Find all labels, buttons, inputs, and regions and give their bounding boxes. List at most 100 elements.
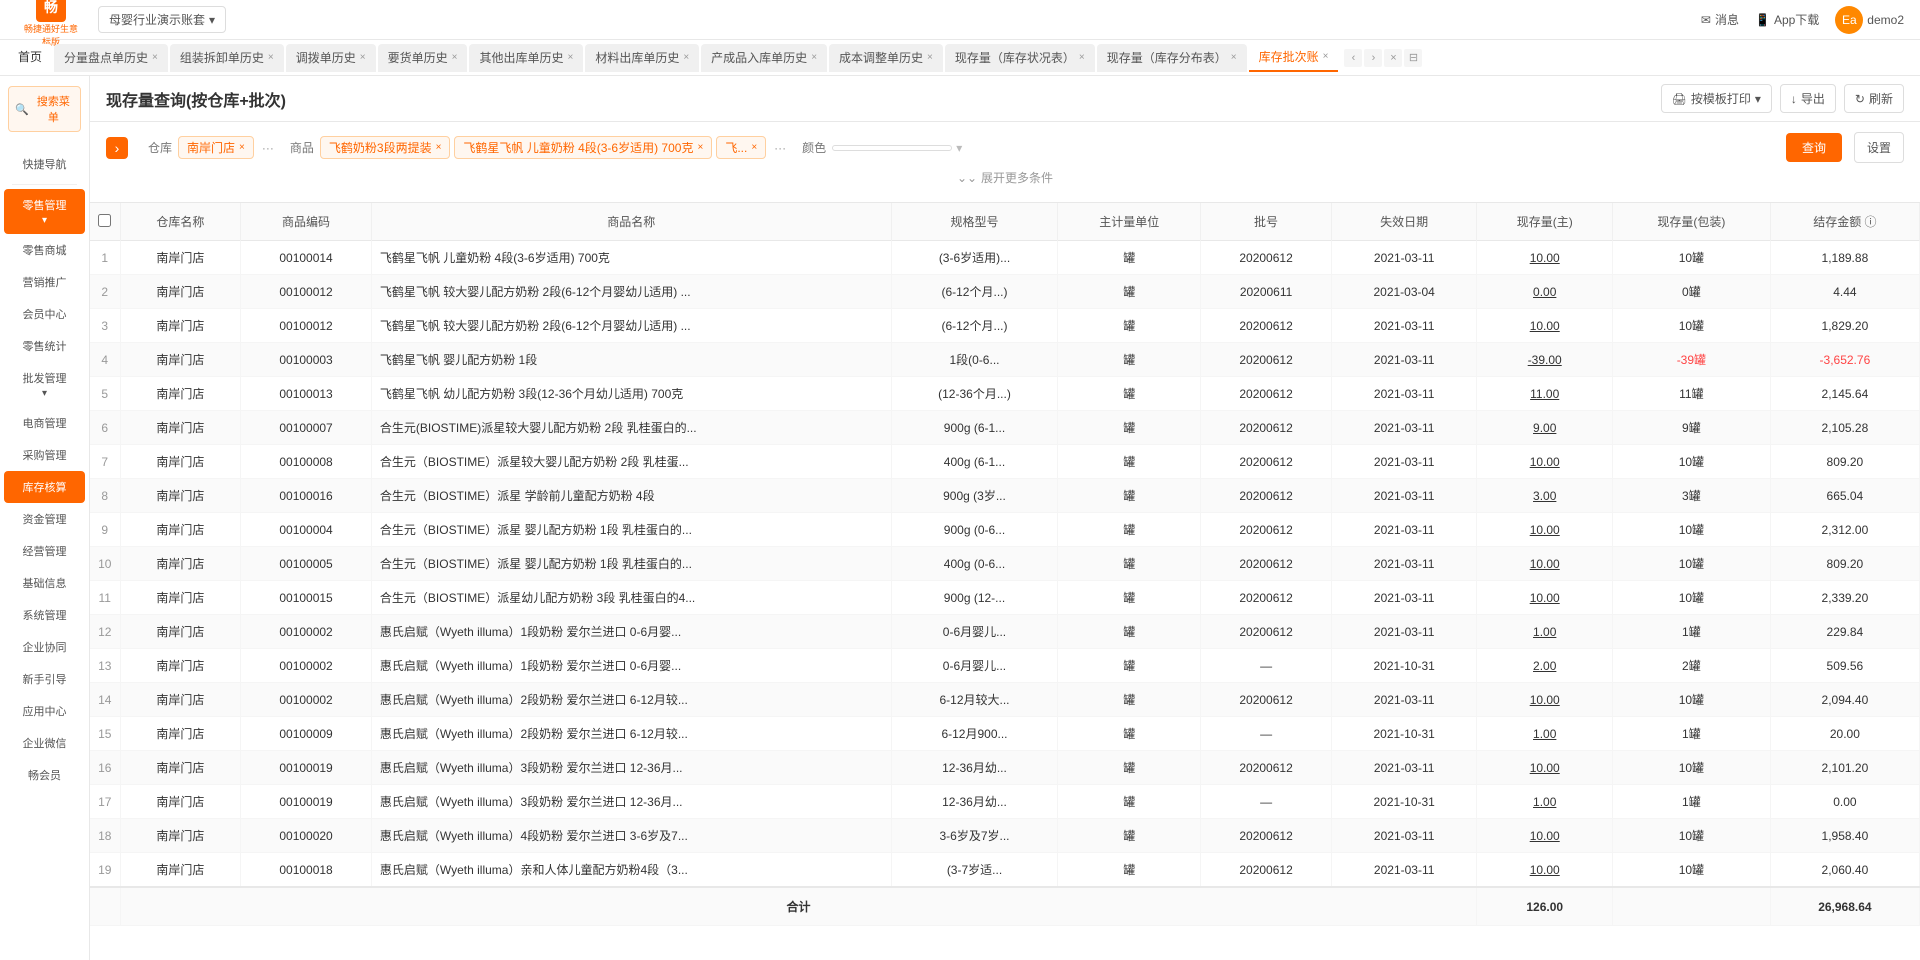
- sidebar-item-stock[interactable]: 库存核算: [4, 471, 85, 503]
- sidebar-item-wechat[interactable]: 企业微信: [4, 727, 85, 759]
- row-qty-main[interactable]: 1.00: [1477, 615, 1613, 649]
- search-btn[interactable]: 查询: [1786, 133, 1842, 162]
- refresh-btn[interactable]: ↻ 刷新: [1844, 84, 1904, 113]
- color-input[interactable]: [832, 145, 952, 151]
- sidebar-item-zero-manage[interactable]: 零售管理 ▾: [4, 189, 85, 234]
- sidebar-item-member[interactable]: 会员中心: [4, 298, 85, 330]
- sidebar-item-finance[interactable]: 资金管理: [4, 503, 85, 535]
- row-unit: 罐: [1058, 717, 1201, 751]
- remove-product-2-icon[interactable]: ×: [697, 142, 703, 153]
- tab-zuchai[interactable]: 组装拆卸单历史 ×: [170, 44, 284, 72]
- tab-piliang-label: 库存批次账: [1259, 48, 1319, 65]
- row-amount: 4.44: [1770, 275, 1919, 309]
- user-profile[interactable]: Ea demo2: [1835, 6, 1904, 34]
- sidebar-item-guide[interactable]: 新手引导: [4, 663, 85, 695]
- close-icon[interactable]: ×: [1323, 51, 1329, 62]
- product-tag-1[interactable]: 飞鹤奶粉3段两提装 ×: [320, 136, 451, 159]
- tab-prev-btn[interactable]: ‹: [1344, 49, 1362, 67]
- expand-sidebar-btn[interactable]: ›: [106, 137, 128, 159]
- row-qty-main[interactable]: 10.00: [1477, 751, 1613, 785]
- close-icon[interactable]: ×: [927, 52, 933, 63]
- tab-chanpin[interactable]: 产成品入库单历史 ×: [701, 44, 827, 72]
- export-btn[interactable]: ↓ 导出: [1780, 84, 1836, 113]
- setting-btn[interactable]: 设置: [1854, 132, 1904, 163]
- row-qty-main[interactable]: 1.00: [1477, 785, 1613, 819]
- row-amount: 1,189.88: [1770, 241, 1919, 275]
- sidebar-item-purchase[interactable]: 采购管理: [4, 439, 85, 471]
- row-qty-main[interactable]: 10.00: [1477, 819, 1613, 853]
- close-icon[interactable]: ×: [268, 52, 274, 63]
- row-qty-main[interactable]: -39.00: [1477, 343, 1613, 377]
- tab-piliang[interactable]: 库存批次账 ×: [1249, 44, 1339, 72]
- warehouse-tag[interactable]: 南岸门店 ×: [178, 136, 254, 159]
- row-qty-main[interactable]: 9.00: [1477, 411, 1613, 445]
- close-icon[interactable]: ×: [683, 52, 689, 63]
- tab-next-btn[interactable]: ›: [1364, 49, 1382, 67]
- close-icon[interactable]: ×: [1231, 52, 1237, 63]
- product-more-icon[interactable]: ···: [770, 141, 790, 155]
- row-qty-main[interactable]: 10.00: [1477, 853, 1613, 888]
- sidebar-item-zero-mall[interactable]: 零售商城: [4, 234, 85, 266]
- sidebar-item-base[interactable]: 基础信息: [4, 567, 85, 599]
- row-qty-main[interactable]: 0.00: [1477, 275, 1613, 309]
- close-icon[interactable]: ×: [811, 52, 817, 63]
- tab-menu-btn[interactable]: ⊟: [1404, 49, 1422, 67]
- row-qty-main[interactable]: 10.00: [1477, 513, 1613, 547]
- message-btn[interactable]: ✉ 消息: [1701, 11, 1739, 28]
- tab-qitachu[interactable]: 其他出库单历史 ×: [469, 44, 583, 72]
- sidebar-item-coop[interactable]: 企业协同: [4, 631, 85, 663]
- row-qty-main[interactable]: 11.00: [1477, 377, 1613, 411]
- content-area: 现存量查询(按仓库+批次) 🖨 按模板打印 ▾ ↓ 导出 ↻ 刷新: [90, 76, 1920, 960]
- tab-tiaopi[interactable]: 调拨单历史 ×: [286, 44, 376, 72]
- row-qty-main[interactable]: 1.00: [1477, 717, 1613, 751]
- remove-product-3-icon[interactable]: ×: [751, 142, 757, 153]
- close-icon[interactable]: ×: [1079, 52, 1085, 63]
- row-qty-main[interactable]: 10.00: [1477, 241, 1613, 275]
- sidebar-item-stats[interactable]: 零售统计: [4, 330, 85, 362]
- close-icon[interactable]: ×: [567, 52, 573, 63]
- tab-fenpan[interactable]: 分量盘点单历史 ×: [54, 44, 168, 72]
- remove-product-1-icon[interactable]: ×: [436, 142, 442, 153]
- sidebar-item-ops[interactable]: 经营管理: [4, 535, 85, 567]
- sidebar-item-sys[interactable]: 系统管理: [4, 599, 85, 631]
- row-qty-main[interactable]: 10.00: [1477, 309, 1613, 343]
- row-qty-main[interactable]: 10.00: [1477, 581, 1613, 615]
- row-qty-main[interactable]: 10.00: [1477, 683, 1613, 717]
- row-qty-main[interactable]: 2.00: [1477, 649, 1613, 683]
- sidebar-item-market[interactable]: 营销推广: [4, 266, 85, 298]
- warehouse-more-icon[interactable]: ···: [258, 141, 278, 155]
- product-tag-2[interactable]: 飞鹤星飞帆 儿童奶粉 4段(3-6岁适用) 700克 ×: [454, 136, 712, 159]
- tab-xianzai2[interactable]: 现存量（库存分布表） ×: [1097, 44, 1247, 72]
- table-row: 4 南岸门店 00100003 飞鹤星飞帆 婴儿配方奶粉 1段 1段(0-6..…: [90, 343, 1920, 377]
- sidebar-item-member2[interactable]: 畅会员: [4, 759, 85, 791]
- tab-close-all-btn[interactable]: ×: [1384, 49, 1402, 67]
- row-spec: 900g (12-...: [891, 581, 1058, 615]
- close-icon[interactable]: ×: [152, 52, 158, 63]
- select-all-checkbox[interactable]: [98, 214, 111, 227]
- row-warehouse: 南岸门店: [120, 785, 241, 819]
- expand-more-btn[interactable]: ⌄⌄ 展开更多条件: [106, 163, 1904, 192]
- search-menu-btn[interactable]: 🔍 搜索菜单: [8, 86, 81, 132]
- row-qty-main[interactable]: 3.00: [1477, 479, 1613, 513]
- row-batch: 20200612: [1201, 581, 1332, 615]
- col-unit: 主计量单位: [1058, 203, 1201, 241]
- tab-xianzai1[interactable]: 现存量（库存状况表） ×: [945, 44, 1095, 72]
- app-download-btn[interactable]: 📱 App下载: [1755, 11, 1819, 28]
- row-qty-main[interactable]: 10.00: [1477, 547, 1613, 581]
- print-btn[interactable]: 🖨 按模板打印 ▾: [1661, 84, 1772, 113]
- tab-home[interactable]: 首页: [8, 44, 52, 72]
- row-qty-main[interactable]: 10.00: [1477, 445, 1613, 479]
- remove-warehouse-icon[interactable]: ×: [239, 142, 245, 153]
- sidebar-item-apps[interactable]: 应用中心: [4, 695, 85, 727]
- account-selector[interactable]: 母婴行业演示账套 ▾: [98, 6, 226, 33]
- sidebar-item-batch-manage[interactable]: 批发管理 ▾: [4, 362, 85, 407]
- sidebar-item-ecom[interactable]: 电商管理: [4, 407, 85, 439]
- tab-yaohuo[interactable]: 要货单历史 ×: [378, 44, 468, 72]
- tab-chengben[interactable]: 成本调整单历史 ×: [829, 44, 943, 72]
- close-icon[interactable]: ×: [360, 52, 366, 63]
- sidebar-item-quick-nav[interactable]: 快捷导航: [4, 148, 85, 180]
- close-icon[interactable]: ×: [452, 52, 458, 63]
- product-tag-3[interactable]: 飞... ×: [716, 136, 766, 159]
- tab-cailiao[interactable]: 材料出库单历史 ×: [585, 44, 699, 72]
- col-batch: 批号: [1201, 203, 1332, 241]
